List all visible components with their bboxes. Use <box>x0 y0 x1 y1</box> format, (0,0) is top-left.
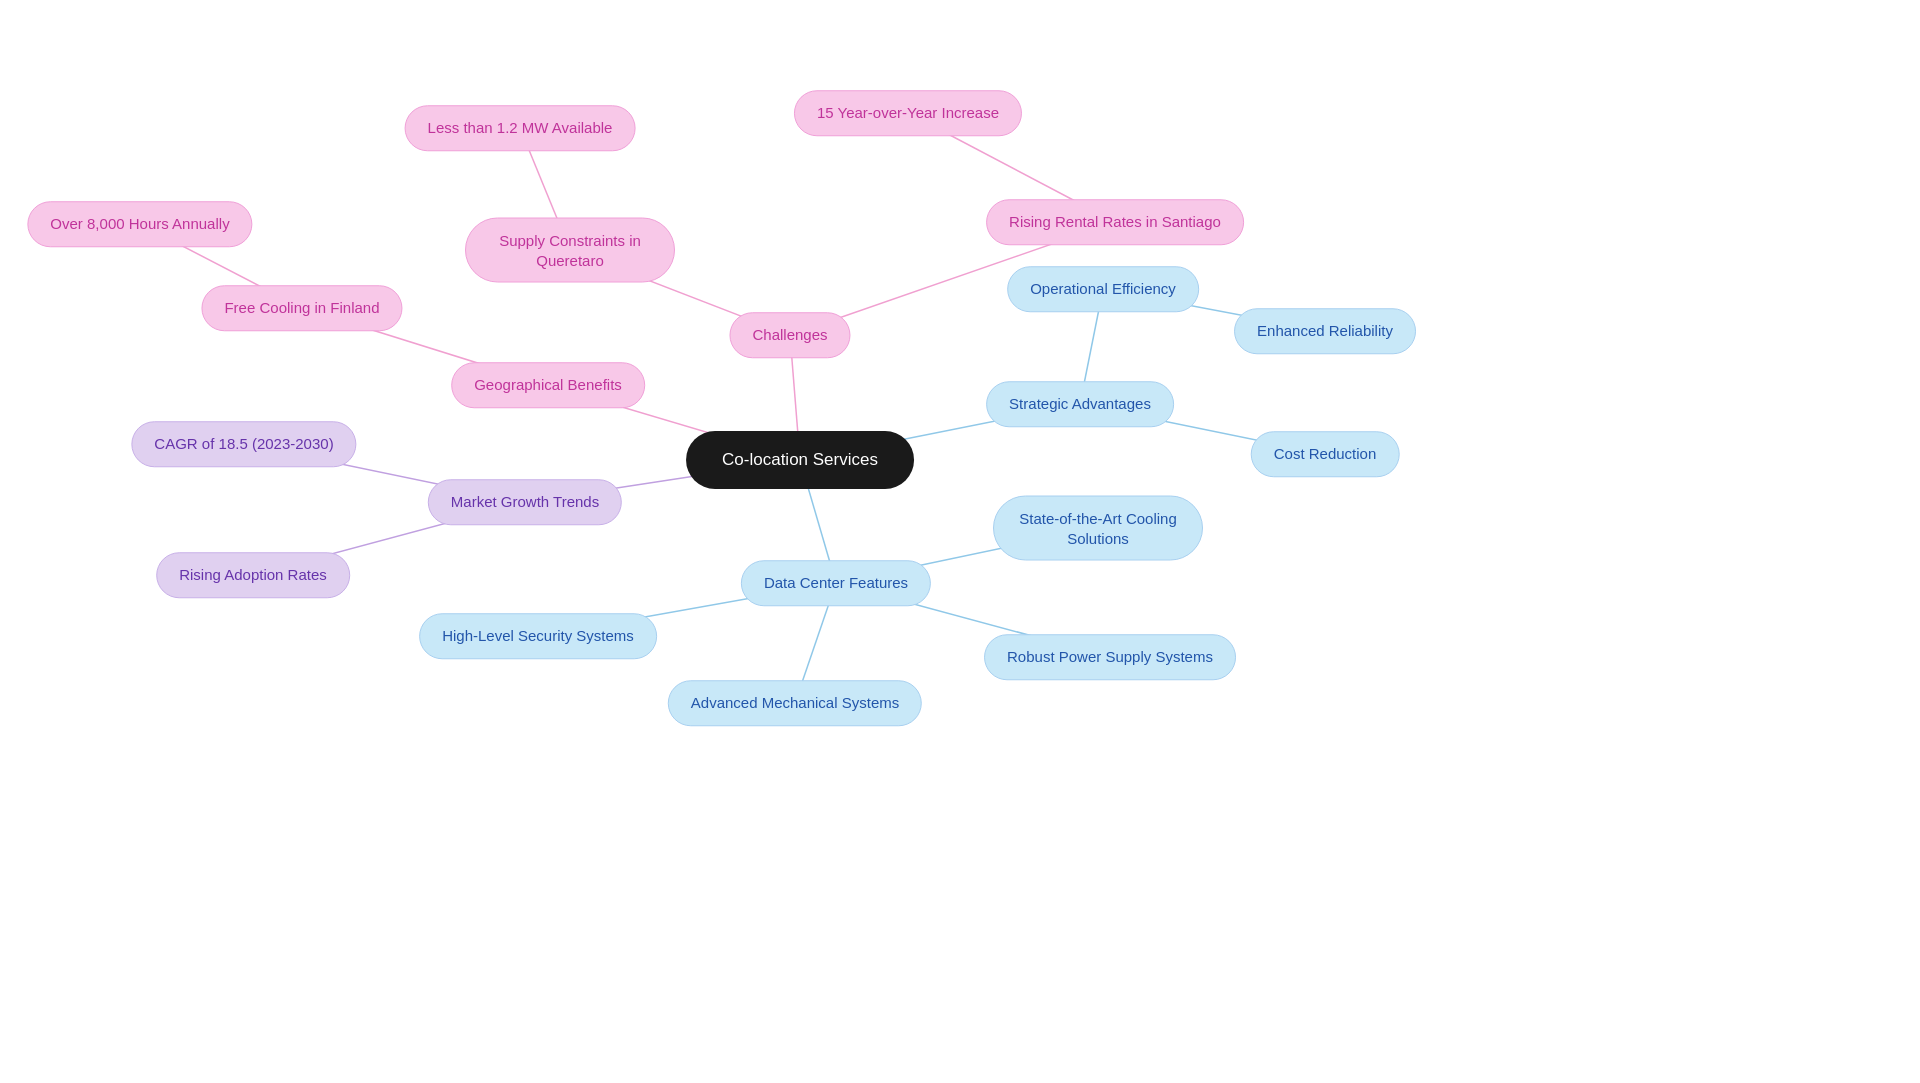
node-mechanical[interactable]: Advanced Mechanical Systems <box>668 680 922 726</box>
node-year-over-year[interactable]: 15 Year-over-Year Increase <box>794 90 1022 136</box>
node-cooling[interactable]: State-of-the-Art Cooling Solutions <box>993 496 1203 561</box>
node-cagr[interactable]: CAGR of 18.5 (2023-2030) <box>131 421 356 467</box>
node-less-than-mw[interactable]: Less than 1.2 MW Available <box>405 105 636 151</box>
node-over-8000[interactable]: Over 8,000 Hours Annually <box>27 201 252 247</box>
node-rising-rental[interactable]: Rising Rental Rates in Santiago <box>986 199 1244 245</box>
connections-svg <box>0 0 1920 1083</box>
node-geographical[interactable]: Geographical Benefits <box>451 362 645 408</box>
node-enhanced-rel[interactable]: Enhanced Reliability <box>1234 308 1416 354</box>
node-supply-constraints[interactable]: Supply Constraints in Queretaro <box>465 218 675 283</box>
node-power-supply[interactable]: Robust Power Supply Systems <box>984 634 1236 680</box>
node-market-growth[interactable]: Market Growth Trends <box>428 479 622 525</box>
node-operational-eff[interactable]: Operational Efficiency <box>1007 266 1199 312</box>
node-rising-adoption[interactable]: Rising Adoption Rates <box>156 552 350 598</box>
node-security[interactable]: High-Level Security Systems <box>419 613 657 659</box>
node-strategic-adv[interactable]: Strategic Advantages <box>986 381 1174 427</box>
mind-map: Co-location Services Challenges Supply C… <box>0 0 1920 1083</box>
node-cost-reduction[interactable]: Cost Reduction <box>1251 431 1400 477</box>
node-center[interactable]: Co-location Services <box>686 431 914 489</box>
node-data-center[interactable]: Data Center Features <box>741 560 931 606</box>
node-free-cooling[interactable]: Free Cooling in Finland <box>201 285 402 331</box>
node-challenges[interactable]: Challenges <box>729 312 850 358</box>
